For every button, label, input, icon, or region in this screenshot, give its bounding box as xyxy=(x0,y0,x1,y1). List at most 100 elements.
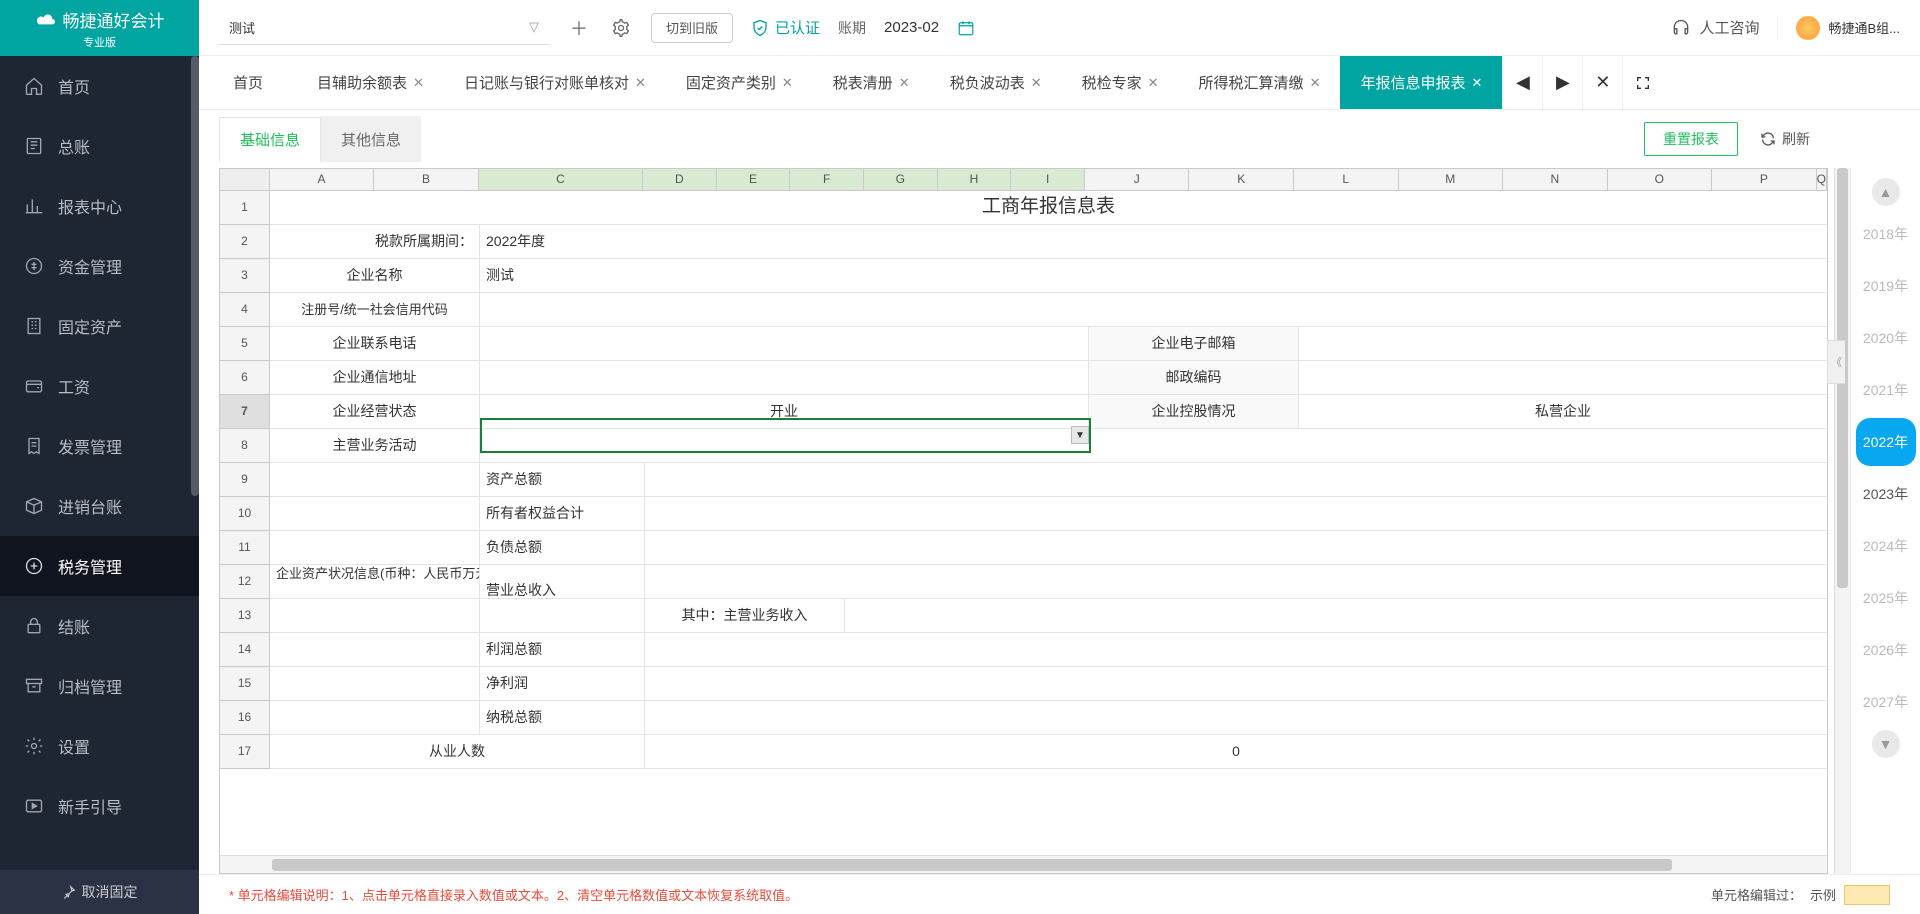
year-2022[interactable]: 2022年 xyxy=(1856,418,1916,466)
year-2025[interactable]: 2025年 xyxy=(1856,574,1916,622)
tabs-prev[interactable]: ◀ xyxy=(1503,56,1543,110)
col-Q[interactable]: Q xyxy=(1817,169,1827,190)
sidebar-nav: 首页 总账 报表中心 资金管理 固定资产 工资 发票管理 进销台账 税务管理 结… xyxy=(0,56,199,870)
grid-body[interactable]: 1工商年报信息表 2税款所属期间：2022年度 3企业名称测试 4注册号/统一社… xyxy=(220,191,1827,855)
column-headers: A B C D E F G H I J K L M N O P Q xyxy=(220,169,1827,191)
year-2019[interactable]: 2019年 xyxy=(1856,262,1916,310)
tab-annual-report[interactable]: 年报信息申报表✕ xyxy=(1340,56,1502,109)
tab-home[interactable]: 首页 xyxy=(199,56,297,109)
reset-report-button[interactable]: 重置报表 xyxy=(1644,122,1738,156)
consult-button[interactable]: 人工咨询 xyxy=(1671,17,1759,38)
unpin-button[interactable]: 取消固定 xyxy=(0,870,199,914)
old-version-button[interactable]: 切到旧版 xyxy=(651,13,733,43)
example-swatch xyxy=(1844,885,1890,905)
refresh-button[interactable]: 刷新 xyxy=(1760,129,1810,149)
nav-settings[interactable]: 设置 xyxy=(0,716,199,776)
year-2026[interactable]: 2026年 xyxy=(1856,626,1916,674)
tabs-fullscreen[interactable] xyxy=(1623,56,1663,110)
year-2020[interactable]: 2020年 xyxy=(1856,314,1916,362)
nav-archive[interactable]: 归档管理 xyxy=(0,656,199,716)
subtab-bar: 基础信息 其他信息 重置报表 刷新 xyxy=(199,110,1920,168)
collapse-year-rail[interactable]: 《 xyxy=(1827,340,1845,384)
nav-home[interactable]: 首页 xyxy=(0,56,199,116)
tab-taxwave[interactable]: 税负波动表✕ xyxy=(930,56,1062,109)
col-N[interactable]: N xyxy=(1503,169,1608,190)
add-button[interactable]: ＋ xyxy=(567,16,591,40)
tab-taxexpert[interactable]: 税检专家✕ xyxy=(1062,56,1179,109)
col-J[interactable]: J xyxy=(1085,169,1190,190)
chevron-down-icon: ▽ xyxy=(529,19,539,35)
brand-name: 畅捷通好会计 xyxy=(63,7,165,32)
nav-invoice[interactable]: 发票管理 xyxy=(0,416,199,476)
settings-button[interactable] xyxy=(609,16,633,40)
spreadsheet-area: A B C D E F G H I J K L M N O P Q xyxy=(199,168,1920,874)
close-icon[interactable]: ✕ xyxy=(782,75,793,91)
dropdown-arrow[interactable]: ▼ xyxy=(1071,426,1089,444)
nav-guide[interactable]: 新手引导 xyxy=(0,776,199,836)
row-header[interactable]: 1 xyxy=(220,191,270,225)
col-I[interactable]: I xyxy=(1011,169,1085,190)
col-C[interactable]: C xyxy=(479,169,643,190)
col-B[interactable]: B xyxy=(374,169,479,190)
nav-funds[interactable]: 资金管理 xyxy=(0,236,199,296)
col-F[interactable]: F xyxy=(790,169,864,190)
nav-inventory[interactable]: 进销台账 xyxy=(0,476,199,536)
select-all-corner[interactable] xyxy=(220,169,270,190)
topbar: 测试 ▽ ＋ 切到旧版 已认证 账期 2023-02 人工咨询 畅捷通B组... xyxy=(199,0,1920,56)
col-E[interactable]: E xyxy=(717,169,791,190)
nav-closing[interactable]: 结账 xyxy=(0,596,199,656)
user-menu[interactable]: 畅捷通B组... xyxy=(1796,16,1900,40)
tab-journal[interactable]: 日记账与银行对账单核对✕ xyxy=(444,56,666,109)
year-down[interactable]: ▼ xyxy=(1872,730,1900,758)
col-M[interactable]: M xyxy=(1399,169,1504,190)
tab-balance[interactable]: 目辅助余额表✕ xyxy=(297,56,444,109)
col-G[interactable]: G xyxy=(864,169,938,190)
main: 测试 ▽ ＋ 切到旧版 已认证 账期 2023-02 人工咨询 畅捷通B组... xyxy=(199,0,1920,914)
year-2024[interactable]: 2024年 xyxy=(1856,522,1916,570)
nav-reports[interactable]: 报表中心 xyxy=(0,176,199,236)
tabs-close-all[interactable]: ✕ xyxy=(1583,56,1623,110)
branch-name: 测试 xyxy=(229,18,255,37)
shield-icon xyxy=(751,19,769,37)
col-D[interactable]: D xyxy=(643,169,717,190)
col-P[interactable]: P xyxy=(1712,169,1817,190)
nav-fixed-assets[interactable]: 固定资产 xyxy=(0,296,199,356)
nav-ledger[interactable]: 总账 xyxy=(0,116,199,176)
tab-assets[interactable]: 固定资产类别✕ xyxy=(666,56,813,109)
archive-icon xyxy=(24,676,44,696)
pin-icon xyxy=(62,885,76,899)
col-O[interactable]: O xyxy=(1608,169,1713,190)
calendar-icon[interactable] xyxy=(957,19,975,37)
close-icon[interactable]: ✕ xyxy=(1471,75,1482,91)
subtab-basic[interactable]: 基础信息 xyxy=(219,117,321,163)
spreadsheet[interactable]: A B C D E F G H I J K L M N O P Q xyxy=(219,168,1828,874)
brand-edition: 专业版 xyxy=(83,34,116,50)
building-icon xyxy=(24,316,44,336)
vertical-scrollbar[interactable] xyxy=(1834,168,1850,874)
user-name: 畅捷通B组... xyxy=(1828,18,1900,37)
nav-tax[interactable]: 税务管理 xyxy=(0,536,199,596)
col-L[interactable]: L xyxy=(1294,169,1399,190)
close-icon[interactable]: ✕ xyxy=(1148,75,1159,91)
sidebar-scrollbar[interactable] xyxy=(191,56,199,870)
tabs-next[interactable]: ▶ xyxy=(1543,56,1583,110)
close-icon[interactable]: ✕ xyxy=(413,75,424,91)
horizontal-scrollbar[interactable] xyxy=(220,855,1827,873)
close-icon[interactable]: ✕ xyxy=(1031,75,1042,91)
subtab-other[interactable]: 其他信息 xyxy=(321,116,421,162)
year-2018[interactable]: 2018年 xyxy=(1856,210,1916,258)
close-icon[interactable]: ✕ xyxy=(1310,75,1321,91)
tab-incometax[interactable]: 所得税汇算清缴✕ xyxy=(1179,56,1341,109)
tab-taxbook[interactable]: 税表清册✕ xyxy=(813,56,930,109)
close-icon[interactable]: ✕ xyxy=(635,75,646,91)
col-A[interactable]: A xyxy=(270,169,375,190)
branch-selector[interactable]: 测试 ▽ xyxy=(219,11,549,45)
nav-salary[interactable]: 工资 xyxy=(0,356,199,416)
col-K[interactable]: K xyxy=(1189,169,1294,190)
col-H[interactable]: H xyxy=(938,169,1012,190)
year-2021[interactable]: 2021年 xyxy=(1856,366,1916,414)
year-2023[interactable]: 2023年 xyxy=(1856,470,1916,518)
close-icon[interactable]: ✕ xyxy=(899,75,910,91)
year-up[interactable]: ▲ xyxy=(1872,178,1900,206)
year-2027[interactable]: 2027年 xyxy=(1856,678,1916,726)
